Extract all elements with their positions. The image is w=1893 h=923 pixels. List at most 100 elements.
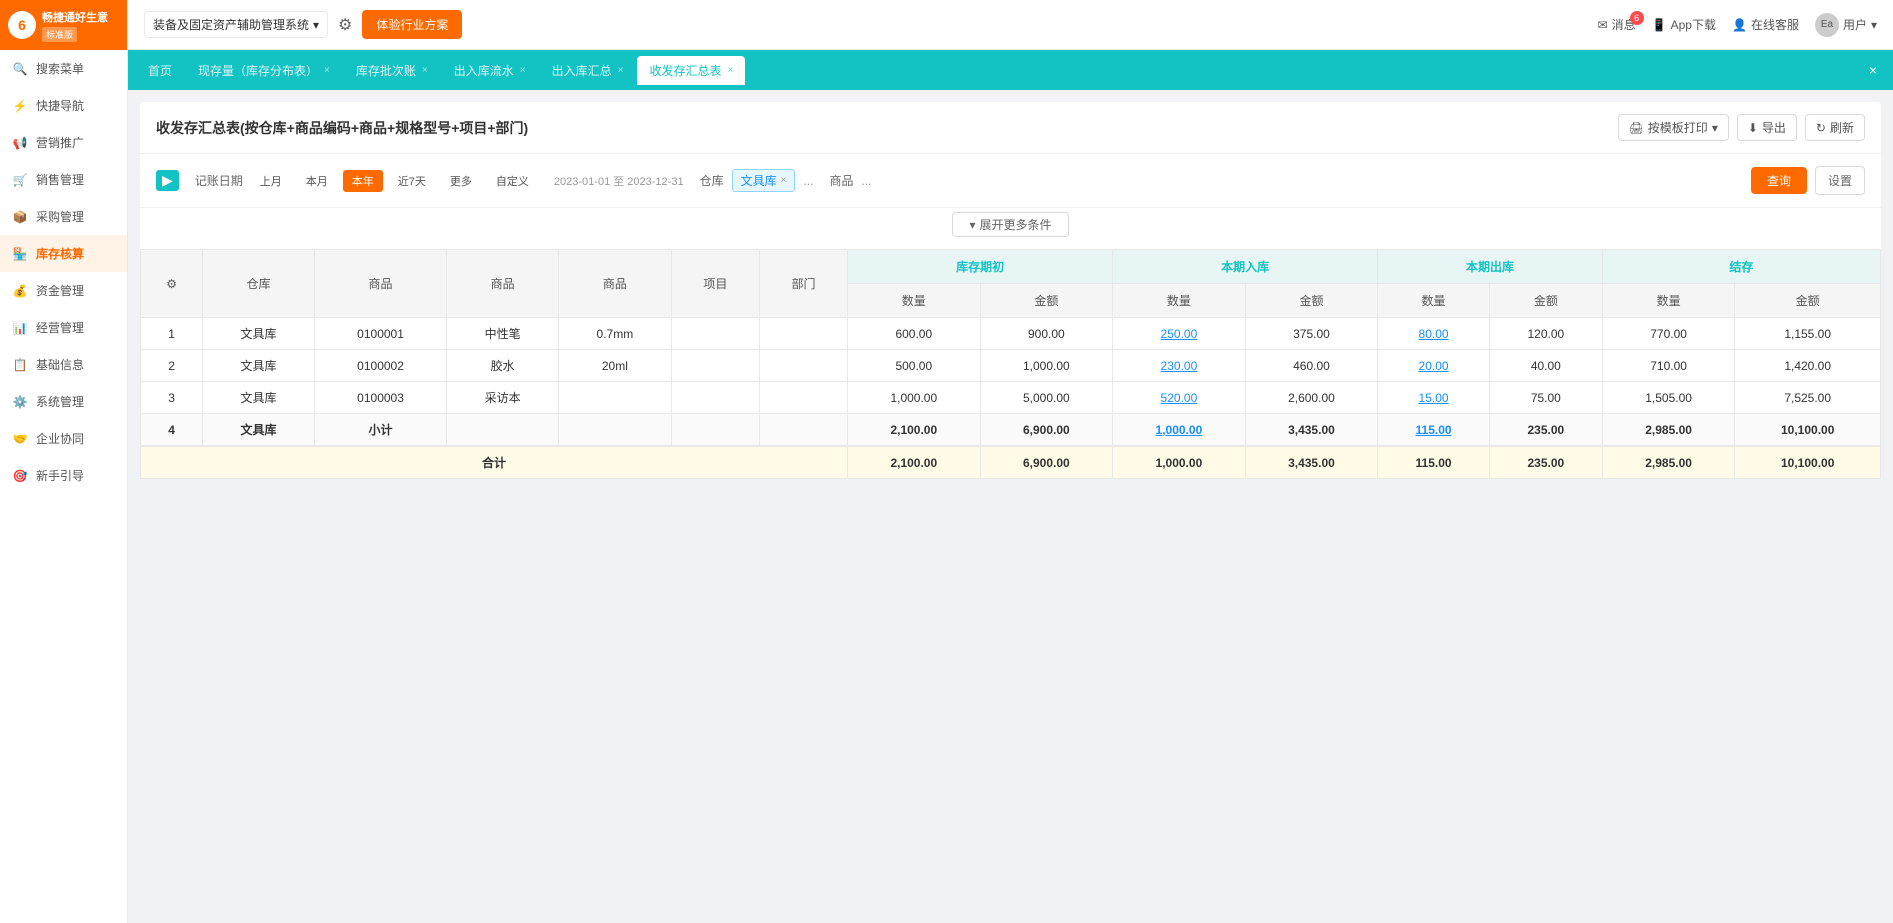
row-out-qty-link[interactable]: 115.00 bbox=[1416, 423, 1452, 437]
row-in-qty[interactable]: 230.00 bbox=[1113, 350, 1246, 382]
row-out-amt: 120.00 bbox=[1489, 318, 1602, 350]
th-out-qty: 数量 bbox=[1378, 284, 1490, 318]
sidebar-item-quick[interactable]: ⚡ 快捷导航 bbox=[0, 87, 127, 124]
page-title: 收发存汇总表(按仓库+商品编码+商品+规格型号+项目+部门) bbox=[156, 118, 528, 138]
table-footer-row: 合计 2,100.00 6,900.00 1,000.00 3,435.00 1… bbox=[141, 446, 1881, 479]
sidebar-item-corp[interactable]: 🤝 企业协同 bbox=[0, 420, 127, 457]
row-in-qty-link[interactable]: 230.00 bbox=[1161, 359, 1198, 373]
row-in-qty-link[interactable]: 250.00 bbox=[1161, 327, 1198, 341]
row-in-qty[interactable]: 520.00 bbox=[1113, 382, 1246, 414]
online-service-item[interactable]: 👤 在线客服 bbox=[1732, 16, 1799, 33]
row-out-qty[interactable]: 115.00 bbox=[1378, 414, 1490, 447]
row-out-qty-link[interactable]: 20.00 bbox=[1419, 359, 1449, 373]
sidebar-item-business[interactable]: 📊 经营管理 bbox=[0, 309, 127, 346]
sidebar-item-label: 搜索菜单 bbox=[36, 60, 84, 77]
settings-button[interactable]: 设置 bbox=[1815, 166, 1865, 195]
sidebar-item-inventory[interactable]: 🏪 库存核算 bbox=[0, 235, 127, 272]
date-btn-7days[interactable]: 近7天 bbox=[389, 170, 435, 192]
avatar: Ea bbox=[1815, 13, 1839, 37]
page-title-bar: 收发存汇总表(按仓库+商品编码+商品+规格型号+项目+部门) 🖨 按模板打印 ▾… bbox=[140, 102, 1881, 154]
th-out-amt: 金额 bbox=[1489, 284, 1602, 318]
row-in-qty[interactable]: 1,000.00 bbox=[1113, 414, 1246, 447]
app-title-text: 装备及固定资产辅助管理系统 bbox=[153, 16, 309, 33]
tab-home[interactable]: 首页 bbox=[136, 56, 184, 85]
message-icon: ✉ bbox=[1598, 18, 1608, 32]
th-settings[interactable]: ⚙ bbox=[141, 250, 203, 318]
th-name: 商品 bbox=[447, 250, 559, 318]
row-out-qty[interactable]: 20.00 bbox=[1378, 350, 1490, 382]
sidebar-item-guide[interactable]: 🎯 新手引导 bbox=[0, 457, 127, 494]
tab-stock-dist[interactable]: 现存量（库存分布表） × bbox=[186, 56, 342, 85]
app-title-dropdown[interactable]: 装备及固定资产辅助管理系统 ▾ bbox=[144, 11, 328, 38]
sidebar-item-finance[interactable]: 💰 资金管理 bbox=[0, 272, 127, 309]
tab-recv-send-close[interactable]: × bbox=[727, 65, 733, 76]
tab-stock-dist-close[interactable]: × bbox=[324, 65, 330, 76]
service-icon: 👤 bbox=[1732, 18, 1747, 32]
settings-icon[interactable]: ⚙ bbox=[338, 15, 352, 35]
date-btn-this-year[interactable]: 本年 bbox=[343, 170, 383, 192]
refresh-label: 刷新 bbox=[1830, 119, 1854, 136]
phone-icon: 📱 bbox=[1652, 18, 1667, 32]
sidebar-item-sales[interactable]: 🛒 销售管理 bbox=[0, 161, 127, 198]
dropdown-arrow-icon: ▾ bbox=[313, 18, 319, 32]
row-index: 2 bbox=[141, 350, 203, 382]
warehouse-more[interactable]: ... bbox=[803, 174, 813, 188]
sidebar-item-marketing[interactable]: 📢 营销推广 bbox=[0, 124, 127, 161]
row-open-amt: 6,900.00 bbox=[980, 414, 1113, 447]
export-button[interactable]: ⬇ 导出 bbox=[1737, 114, 1797, 141]
warehouse-tag[interactable]: 文具库 × bbox=[732, 169, 796, 192]
tab-batch-close[interactable]: × bbox=[422, 65, 428, 76]
tab-inout-flow[interactable]: 出入库流水 × bbox=[442, 56, 538, 85]
row-out-qty[interactable]: 80.00 bbox=[1378, 318, 1490, 350]
filter-collapse-btn[interactable]: ▶ bbox=[156, 170, 179, 191]
row-out-qty-link[interactable]: 15.00 bbox=[1419, 391, 1449, 405]
row-in-qty[interactable]: 250.00 bbox=[1113, 318, 1246, 350]
tab-inout-summary-close[interactable]: × bbox=[618, 65, 624, 76]
th-project: 项目 bbox=[671, 250, 759, 318]
tab-recv-send[interactable]: 收发存汇总表 × bbox=[637, 56, 745, 85]
tab-inout-summary[interactable]: 出入库汇总 × bbox=[540, 56, 636, 85]
date-btn-more[interactable]: 更多 bbox=[441, 170, 481, 192]
row-index: 3 bbox=[141, 382, 203, 414]
tab-inout-flow-label: 出入库流水 bbox=[454, 62, 514, 79]
print-button[interactable]: 🖨 按模板打印 ▾ bbox=[1618, 114, 1729, 141]
row-dept bbox=[759, 382, 847, 414]
row-out-amt: 235.00 bbox=[1489, 414, 1602, 447]
warehouse-filter-section: 仓库 文具库 × ... bbox=[700, 169, 814, 192]
query-button[interactable]: 查询 bbox=[1751, 167, 1807, 194]
tab-inout-flow-close[interactable]: × bbox=[520, 65, 526, 76]
tabbar-close-btn[interactable]: × bbox=[1861, 58, 1885, 82]
user-item[interactable]: Ea 用户 ▾ bbox=[1815, 13, 1877, 37]
th-bal-qty: 数量 bbox=[1602, 284, 1735, 318]
sidebar-item-base[interactable]: 📋 基础信息 bbox=[0, 346, 127, 383]
sidebar-item-search[interactable]: 🔍 搜索菜单 bbox=[0, 50, 127, 87]
app-download-item[interactable]: 📱 App下载 bbox=[1652, 16, 1716, 33]
row-in-qty-link[interactable]: 1,000.00 bbox=[1156, 423, 1203, 437]
expand-more-button[interactable]: ▾ 展开更多条件 bbox=[952, 212, 1068, 237]
warehouse-tag-close[interactable]: × bbox=[781, 175, 787, 186]
row-out-qty[interactable]: 15.00 bbox=[1378, 382, 1490, 414]
refresh-button[interactable]: ↻ 刷新 bbox=[1805, 114, 1865, 141]
tab-batch[interactable]: 库存批次账 × bbox=[344, 56, 440, 85]
tab-recv-send-label: 收发存汇总表 bbox=[649, 62, 721, 79]
date-filter-label: 记账日期 bbox=[195, 172, 243, 189]
th-period-out: 本期出库 bbox=[1378, 250, 1603, 284]
goods-filter-label: 商品 bbox=[829, 172, 853, 189]
row-warehouse: 文具库 bbox=[203, 414, 315, 447]
date-btn-custom[interactable]: 自定义 bbox=[487, 170, 538, 192]
row-in-qty-link[interactable]: 520.00 bbox=[1161, 391, 1198, 405]
sidebar-item-purchase[interactable]: 📦 采购管理 bbox=[0, 198, 127, 235]
table-row: 4文具库小计2,100.006,900.001,000.003,435.0011… bbox=[141, 414, 1881, 447]
sidebar-item-system[interactable]: ⚙️ 系统管理 bbox=[0, 383, 127, 420]
message-badge: 6 bbox=[1630, 11, 1644, 25]
experience-button[interactable]: 体验行业方案 bbox=[362, 10, 462, 39]
date-btn-last-month[interactable]: 上月 bbox=[251, 170, 291, 192]
row-name: 中性笔 bbox=[447, 318, 559, 350]
sidebar-logo: 6 畅捷通好生意 标准版 bbox=[0, 0, 127, 50]
sidebar-item-label: 基础信息 bbox=[36, 356, 84, 373]
date-btn-this-month[interactable]: 本月 bbox=[297, 170, 337, 192]
logo-tag: 标准版 bbox=[42, 27, 77, 42]
goods-more[interactable]: ... bbox=[861, 174, 871, 188]
message-item[interactable]: ✉ 消息 6 bbox=[1598, 16, 1636, 33]
row-out-qty-link[interactable]: 80.00 bbox=[1419, 327, 1449, 341]
